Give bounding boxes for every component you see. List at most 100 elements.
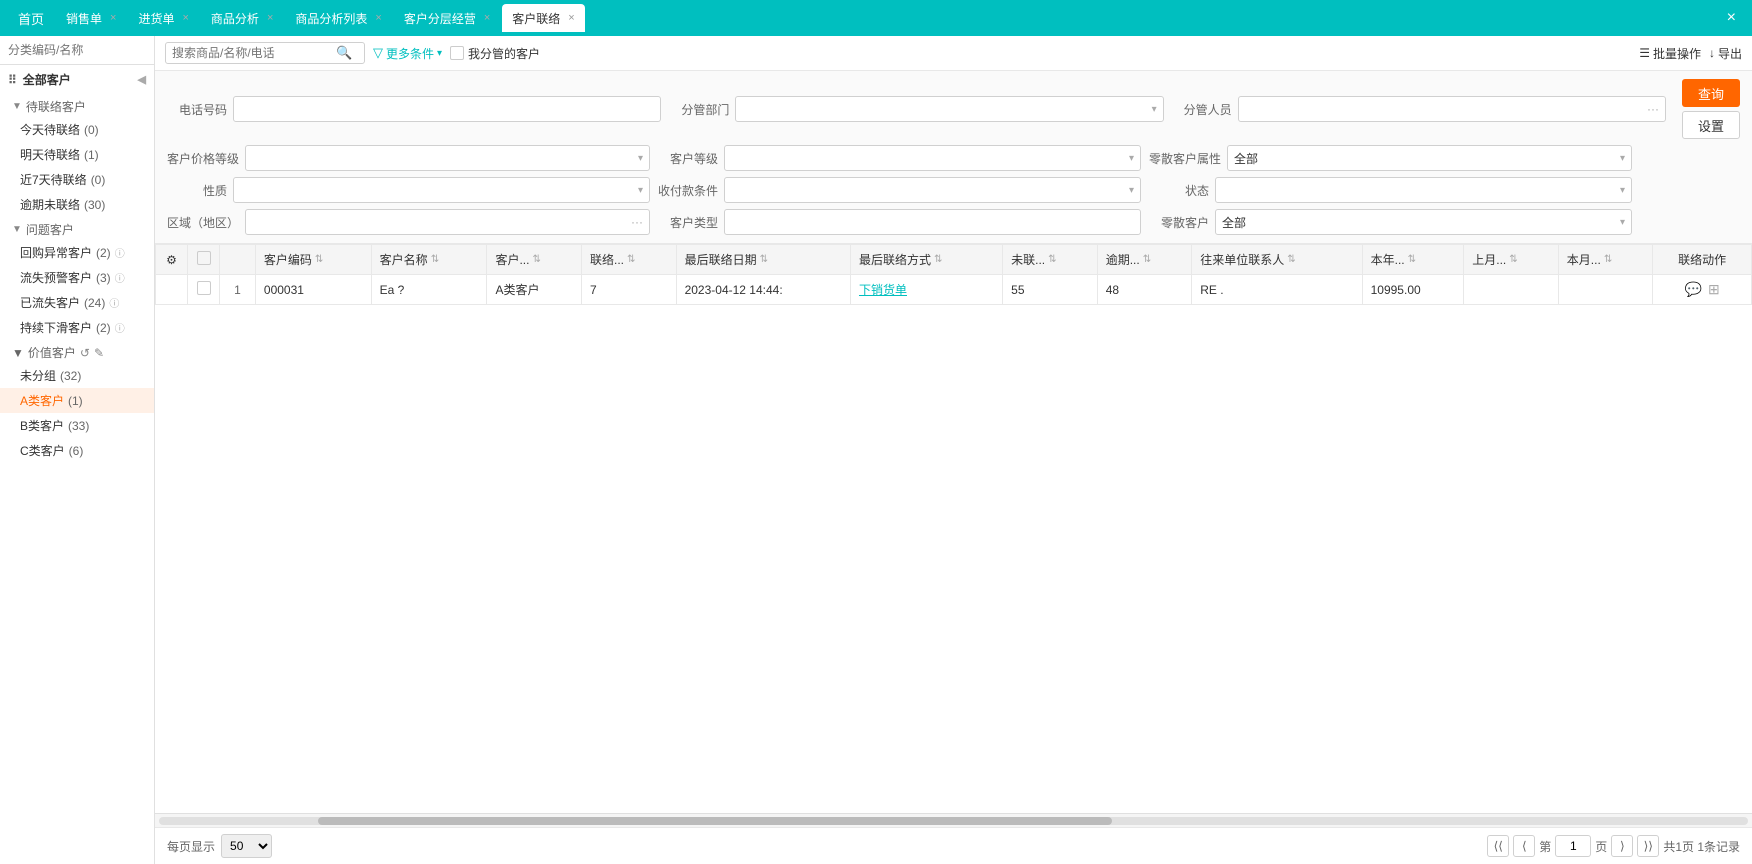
table-col-unit-contact[interactable]: 往来单位联系人 ⇅	[1192, 245, 1362, 275]
sidebar-item-repurchase-anomaly[interactable]: 回购异常客户 (2) ⓘ	[0, 240, 154, 265]
scroll-thumb[interactable]	[318, 817, 1113, 825]
my-customer-checkbox[interactable]	[450, 46, 464, 60]
page-number-input[interactable]	[1555, 835, 1591, 857]
content-search-input[interactable]	[172, 46, 332, 60]
sort-last-month-icon[interactable]: ⇅	[1509, 254, 1517, 265]
nav-tab-purchase-close[interactable]: ×	[182, 12, 188, 24]
row-contact-icon[interactable]: 💬	[1685, 281, 1702, 298]
sort-overdue-icon[interactable]: ⇅	[1143, 254, 1151, 265]
pending-contact-group[interactable]: ▼ 待联络客户	[0, 94, 154, 117]
sidebar-search-box[interactable]: 🔍	[0, 36, 154, 65]
sidebar-collapse-icon[interactable]: ◀	[138, 73, 146, 86]
sidebar-item-overdue[interactable]: 逾期未联络 (30)	[0, 192, 154, 217]
table-col-this-month[interactable]: 本月... ⇅	[1558, 245, 1653, 275]
nav-tab-customer-tier-close[interactable]: ×	[484, 12, 490, 24]
table-gear-icon[interactable]: ⚙	[166, 253, 177, 267]
sort-unit-contact-icon[interactable]: ⇅	[1287, 254, 1295, 265]
filter-customer-type-input[interactable]	[724, 209, 1141, 235]
per-page-select[interactable]: 50 100 200	[221, 834, 272, 858]
sort-this-month-icon[interactable]: ⇅	[1604, 254, 1612, 265]
value-customers-group[interactable]: ▼ 价值客户 ↺ ✎	[0, 340, 154, 363]
page-first-button[interactable]: ⟨⟨	[1487, 835, 1509, 857]
nav-tab-sales-close[interactable]: ×	[110, 12, 116, 24]
nav-tab-goods-list-close[interactable]: ×	[375, 12, 381, 24]
value-edit-icon[interactable]: ✎	[94, 346, 104, 360]
row-checkbox[interactable]	[197, 281, 211, 295]
query-button[interactable]: 查询	[1682, 79, 1740, 107]
sort-last-contact-method-icon[interactable]: ⇅	[934, 254, 942, 265]
nav-tab-goods-analysis[interactable]: 商品分析 ×	[201, 4, 283, 32]
table-col-last-contact-date[interactable]: 最后联络日期 ⇅	[676, 245, 850, 275]
filter-dept-select[interactable]: ▾	[735, 96, 1163, 122]
nav-home[interactable]: 首页	[8, 9, 54, 28]
sort-customer-code-icon[interactable]: ⇅	[315, 254, 323, 265]
sort-customer-name-icon[interactable]: ⇅	[431, 254, 439, 265]
my-customer-checkbox-group[interactable]: 我分管的客户	[450, 45, 540, 62]
filter-payment-select[interactable]: ▾	[724, 177, 1141, 203]
nav-tab-goods-analysis-close[interactable]: ×	[267, 12, 273, 24]
all-customers-header[interactable]: ⠿ 全部客户 ◀	[0, 65, 154, 94]
sidebar-item-b-class[interactable]: B类客户 (33)	[0, 413, 154, 438]
table-col-last-contact-method[interactable]: 最后联络方式 ⇅	[850, 245, 1002, 275]
table-col-this-year[interactable]: 本年... ⇅	[1362, 245, 1464, 275]
table-col-overdue[interactable]: 逾期... ⇅	[1097, 245, 1192, 275]
row-more-icon[interactable]: ⊞	[1708, 281, 1720, 298]
churned-info-icon[interactable]: ⓘ	[109, 295, 119, 310]
filter-region-select[interactable]: ···	[245, 209, 650, 235]
filter-status-select[interactable]: ▾	[1215, 177, 1632, 203]
declining-info-icon[interactable]: ⓘ	[115, 320, 125, 335]
filter-retail-customer-select[interactable]: 全部 ▾	[1215, 209, 1632, 235]
sidebar-item-7days[interactable]: 近7天待联络 (0)	[0, 167, 154, 192]
table-col-customer-name[interactable]: 客户名称 ⇅	[371, 245, 487, 275]
table-col-no-contact[interactable]: 未联... ⇅	[1003, 245, 1098, 275]
nav-tab-goods-list[interactable]: 商品分析列表 ×	[285, 4, 391, 32]
churn-warning-info-icon[interactable]: ⓘ	[115, 270, 125, 285]
filter-manager-select[interactable]: ···	[1238, 96, 1666, 122]
filter-customer-level-select[interactable]: ▾	[724, 145, 1141, 171]
window-close-icon[interactable]: ×	[1719, 9, 1744, 27]
content-search-box[interactable]: 🔍	[165, 42, 365, 64]
sidebar-item-a-class[interactable]: A类客户 (1)	[0, 388, 154, 413]
filter-retail-attr-select[interactable]: 全部 ▾	[1227, 145, 1632, 171]
filter-phone-input[interactable]	[233, 96, 661, 122]
filter-nature-select[interactable]: ▾	[233, 177, 650, 203]
sort-contact-count-icon[interactable]: ⇅	[627, 254, 635, 265]
table-col-last-month[interactable]: 上月... ⇅	[1464, 245, 1559, 275]
filter-price-level-select[interactable]: ▾	[245, 145, 650, 171]
more-filter-button[interactable]: ▽ 更多条件 ▾	[373, 45, 442, 62]
filter-settings-button[interactable]: 设置	[1682, 111, 1740, 139]
sidebar-item-no-group[interactable]: 未分组 (32)	[0, 363, 154, 388]
row-last-contact-method-cell[interactable]: 下销货单	[850, 275, 1002, 305]
table-col-contact-count[interactable]: 联络... ⇅	[582, 245, 677, 275]
sort-this-year-icon[interactable]: ⇅	[1408, 254, 1416, 265]
value-refresh-icon[interactable]: ↺	[80, 346, 90, 360]
nav-tab-customer-contact[interactable]: 客户联络 ×	[502, 4, 584, 32]
page-prev-button[interactable]: ⟨	[1513, 835, 1535, 857]
content-search-icon[interactable]: 🔍	[336, 45, 352, 61]
row-checkbox-cell[interactable]	[188, 275, 220, 305]
sidebar-item-declining[interactable]: 持续下滑客户 (2) ⓘ	[0, 315, 154, 340]
sidebar-item-churn-warning[interactable]: 流失预警客户 (3) ⓘ	[0, 265, 154, 290]
page-last-button[interactable]: ⟩⟩	[1637, 835, 1659, 857]
page-next-button[interactable]: ⟩	[1611, 835, 1633, 857]
sort-no-contact-icon[interactable]: ⇅	[1048, 254, 1056, 265]
nav-tab-customer-tier[interactable]: 客户分层经营 ×	[394, 4, 500, 32]
sort-level-icon[interactable]: ⇅	[532, 254, 540, 265]
table-col-checkbox[interactable]	[188, 245, 220, 275]
table-col-gear[interactable]: ⚙	[156, 245, 188, 275]
sidebar-search-input[interactable]	[8, 43, 155, 57]
row-last-contact-method-link[interactable]: 下销货单	[859, 283, 907, 297]
table-select-all-checkbox[interactable]	[197, 251, 211, 265]
batch-op-button[interactable]: ☰ 批量操作	[1639, 45, 1701, 62]
sidebar-item-tomorrow[interactable]: 明天待联络 (1)	[0, 142, 154, 167]
table-col-customer-code[interactable]: 客户编码 ⇅	[255, 245, 371, 275]
nav-tab-purchase[interactable]: 进货单 ×	[128, 4, 198, 32]
problem-customers-group[interactable]: ▼ 问题客户	[0, 217, 154, 240]
horizontal-scrollbar[interactable]	[155, 813, 1752, 827]
sidebar-item-c-class[interactable]: C类客户 (6)	[0, 438, 154, 463]
sidebar-item-today[interactable]: 今天待联络 (0)	[0, 117, 154, 142]
nav-tab-sales[interactable]: 销售单 ×	[56, 4, 126, 32]
sort-last-contact-date-icon[interactable]: ⇅	[760, 254, 768, 265]
table-col-level[interactable]: 客户... ⇅	[487, 245, 582, 275]
repurchase-info-icon[interactable]: ⓘ	[115, 245, 125, 260]
